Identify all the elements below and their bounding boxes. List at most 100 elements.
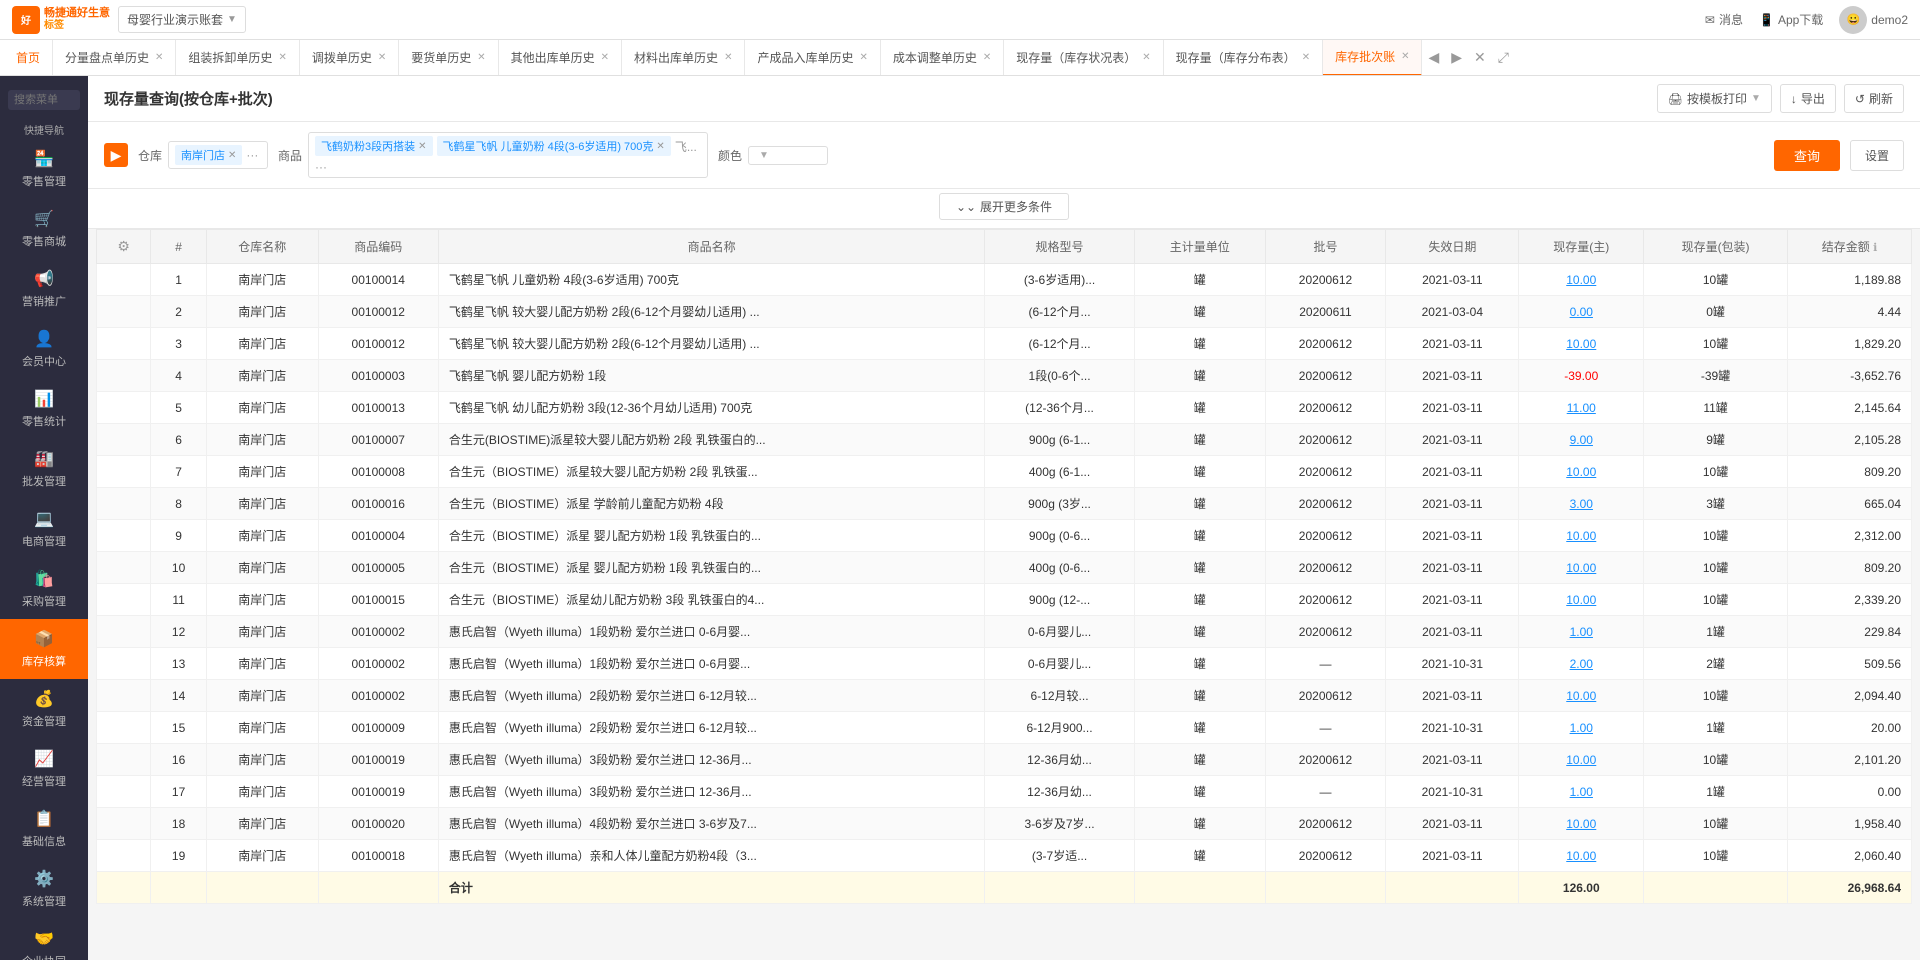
cell-stock-main[interactable]: 10.00	[1519, 840, 1644, 872]
cell-stock-main[interactable]: 10.00	[1519, 584, 1644, 616]
product-tag-area[interactable]: 飞鹤奶粉3段丙搭装 ✕ 飞鹤星飞帆 儿童奶粉 4段(3-6岁适用) 700克 ✕…	[308, 132, 708, 178]
color-input[interactable]: ▼	[748, 146, 828, 165]
sidebar-item-basic-info[interactable]: 📋 基础信息	[0, 799, 88, 859]
cell-expire-date: 2021-03-11	[1386, 488, 1519, 520]
cell-stock-main[interactable]: -39.00	[1519, 360, 1644, 392]
tab-other-out[interactable]: 其他出库单历史 ✕	[499, 40, 622, 76]
tab-product-in[interactable]: 产成品入库单历史 ✕	[745, 40, 880, 76]
close-icon[interactable]: ✕	[601, 52, 609, 63]
cell-stock-main[interactable]: 10.00	[1519, 552, 1644, 584]
print-button[interactable]: 🖨 按模板打印 ▼	[1657, 84, 1772, 113]
export-button[interactable]: ↓ 导出	[1780, 84, 1836, 113]
sidebar-item-marketing[interactable]: 📢 营销推广	[0, 259, 88, 319]
setting-button[interactable]: 设置	[1850, 140, 1904, 171]
cell-product-name: 合生元（BIOSTIME）派星幼儿配方奶粉 3段 乳铁蛋白的4...	[438, 584, 984, 616]
tab-batch-account[interactable]: 库存批次账 ✕	[1323, 40, 1422, 76]
sidebar-item-member[interactable]: 👤 会员中心	[0, 319, 88, 379]
cell-stock-main[interactable]: 1.00	[1519, 776, 1644, 808]
messages-button[interactable]: ✉ 消息	[1705, 11, 1743, 28]
cell-stock-main[interactable]: 1.00	[1519, 712, 1644, 744]
tab-demand[interactable]: 要货单历史 ✕	[399, 40, 498, 76]
data-table: ⚙ # 仓库名称 商品编码 商品名称 规格型号 主计量单位 批号 失效日期 现存…	[96, 229, 1912, 904]
balance-info-icon[interactable]: ℹ	[1873, 242, 1877, 254]
cell-stock-main[interactable]: 10.00	[1519, 808, 1644, 840]
cell-expire-date: 2021-03-11	[1386, 360, 1519, 392]
nav-next-arrow[interactable]: ▶	[1445, 49, 1468, 66]
col-settings[interactable]: ⚙	[97, 230, 151, 264]
cell-stock-main[interactable]: 2.00	[1519, 648, 1644, 680]
table-container[interactable]: ⚙ # 仓库名称 商品编码 商品名称 规格型号 主计量单位 批号 失效日期 现存…	[88, 229, 1920, 960]
nav-expand-icon[interactable]: ⤢	[1492, 49, 1515, 66]
sidebar-item-operations[interactable]: 📈 经营管理	[0, 739, 88, 799]
cell-settings	[97, 776, 151, 808]
warehouse-tag-area[interactable]: 南岸门店 ✕ ···	[168, 141, 268, 169]
store-selector[interactable]: 母婴行业演示账套 ▼	[118, 6, 246, 33]
cell-spec: (3-7岁适...	[985, 840, 1134, 872]
cell-balance: 2,339.20	[1788, 584, 1912, 616]
product-more-icon[interactable]: ···	[315, 160, 327, 174]
cell-stock-pkg: 2罐	[1644, 648, 1788, 680]
close-icon[interactable]: ✕	[724, 52, 732, 63]
enterprise-label: 企业协同	[22, 953, 66, 960]
tab-stock-status[interactable]: 现存量（库存状况表） ✕	[1004, 40, 1163, 76]
cell-stock-main[interactable]: 0.00	[1519, 296, 1644, 328]
sidebar-item-retail-stats[interactable]: 📊 零售统计	[0, 379, 88, 439]
cell-stock-main[interactable]: 10.00	[1519, 264, 1644, 296]
close-icon[interactable]: ✕	[983, 52, 991, 63]
sidebar-item-inventory[interactable]: 📦 库存核算	[0, 619, 88, 679]
tab-material-out[interactable]: 材料出库单历史 ✕	[622, 40, 745, 76]
close-icon[interactable]: ✕	[1142, 52, 1150, 63]
sidebar-item-system[interactable]: ⚙️ 系统管理	[0, 859, 88, 919]
remove-warehouse-tag-icon[interactable]: ✕	[228, 150, 236, 161]
cell-rownum: 14	[151, 680, 207, 712]
sidebar-item-retail-store[interactable]: 🛒 零售商城	[0, 199, 88, 259]
close-icon[interactable]: ✕	[155, 52, 163, 63]
basic-info-icon: 📋	[34, 809, 54, 829]
tab-home[interactable]: 首页	[4, 40, 53, 76]
sidebar-item-finance[interactable]: 💰 资金管理	[0, 679, 88, 739]
expand-more-button[interactable]: ⌄⌄ 展开更多条件	[939, 193, 1069, 220]
tab-stock-dist[interactable]: 现存量（库存分布表） ✕	[1164, 40, 1323, 76]
close-icon[interactable]: ✕	[278, 52, 286, 63]
refresh-button[interactable]: ↺ 刷新	[1844, 84, 1904, 113]
remove-product-tag-2-icon[interactable]: ✕	[656, 141, 664, 152]
dropdown-arrow-icon: ▼	[759, 150, 769, 161]
sidebar-item-ecommerce[interactable]: 💻 电商管理	[0, 499, 88, 559]
sidebar-item-wholesale[interactable]: 🏭 批发管理	[0, 439, 88, 499]
cell-settings	[97, 584, 151, 616]
cell-stock-main[interactable]: 1.00	[1519, 616, 1644, 648]
table-row: 3 南岸门店 00100012 飞鹤星飞帆 较大婴儿配方奶粉 2段(6-12个月…	[97, 328, 1912, 360]
cell-stock-main[interactable]: 10.00	[1519, 680, 1644, 712]
cell-stock-main[interactable]: 10.00	[1519, 520, 1644, 552]
cell-stock-main[interactable]: 3.00	[1519, 488, 1644, 520]
close-icon[interactable]: ✕	[1401, 51, 1409, 62]
query-button[interactable]: 查询	[1774, 140, 1840, 171]
warehouse-filter-label: 仓库	[138, 147, 162, 164]
settings-icon[interactable]: ⚙	[117, 238, 130, 254]
close-icon[interactable]: ✕	[378, 52, 386, 63]
search-input[interactable]	[8, 90, 80, 110]
close-icon[interactable]: ✕	[1302, 52, 1310, 63]
cell-stock-main[interactable]: 9.00	[1519, 424, 1644, 456]
tab-unpack[interactable]: 组装拆卸单历史 ✕	[176, 40, 299, 76]
cell-stock-main[interactable]: 10.00	[1519, 456, 1644, 488]
sidebar-item-retail-mgmt[interactable]: 🏪 零售管理	[0, 139, 88, 199]
cell-stock-main[interactable]: 11.00	[1519, 392, 1644, 424]
tab-transfer[interactable]: 调拨单历史 ✕	[300, 40, 399, 76]
nav-prev-arrow[interactable]: ◀	[1422, 49, 1445, 66]
remove-product-tag-1-icon[interactable]: ✕	[418, 141, 426, 152]
cell-stock-main[interactable]: 10.00	[1519, 744, 1644, 776]
user-area[interactable]: 😀 demo2	[1839, 6, 1908, 34]
nav-close-icon[interactable]: ✕	[1468, 49, 1492, 66]
tab-split-count[interactable]: 分量盘点单历史 ✕	[53, 40, 176, 76]
tab-cost-adjust[interactable]: 成本调整单历史 ✕	[881, 40, 1004, 76]
cell-stock-main[interactable]: 10.00	[1519, 328, 1644, 360]
app-download-button[interactable]: 📱 App下载	[1759, 11, 1823, 28]
close-icon[interactable]: ✕	[859, 52, 867, 63]
warehouse-more-icon[interactable]: ···	[246, 148, 258, 162]
sidebar-item-purchase[interactable]: 🛍️ 采购管理	[0, 559, 88, 619]
filter-expand-button[interactable]: ▶	[104, 143, 128, 167]
sidebar-item-enterprise[interactable]: 🤝 企业协同	[0, 919, 88, 960]
col-warehouse: 仓库名称	[206, 230, 318, 264]
close-icon[interactable]: ✕	[477, 52, 485, 63]
